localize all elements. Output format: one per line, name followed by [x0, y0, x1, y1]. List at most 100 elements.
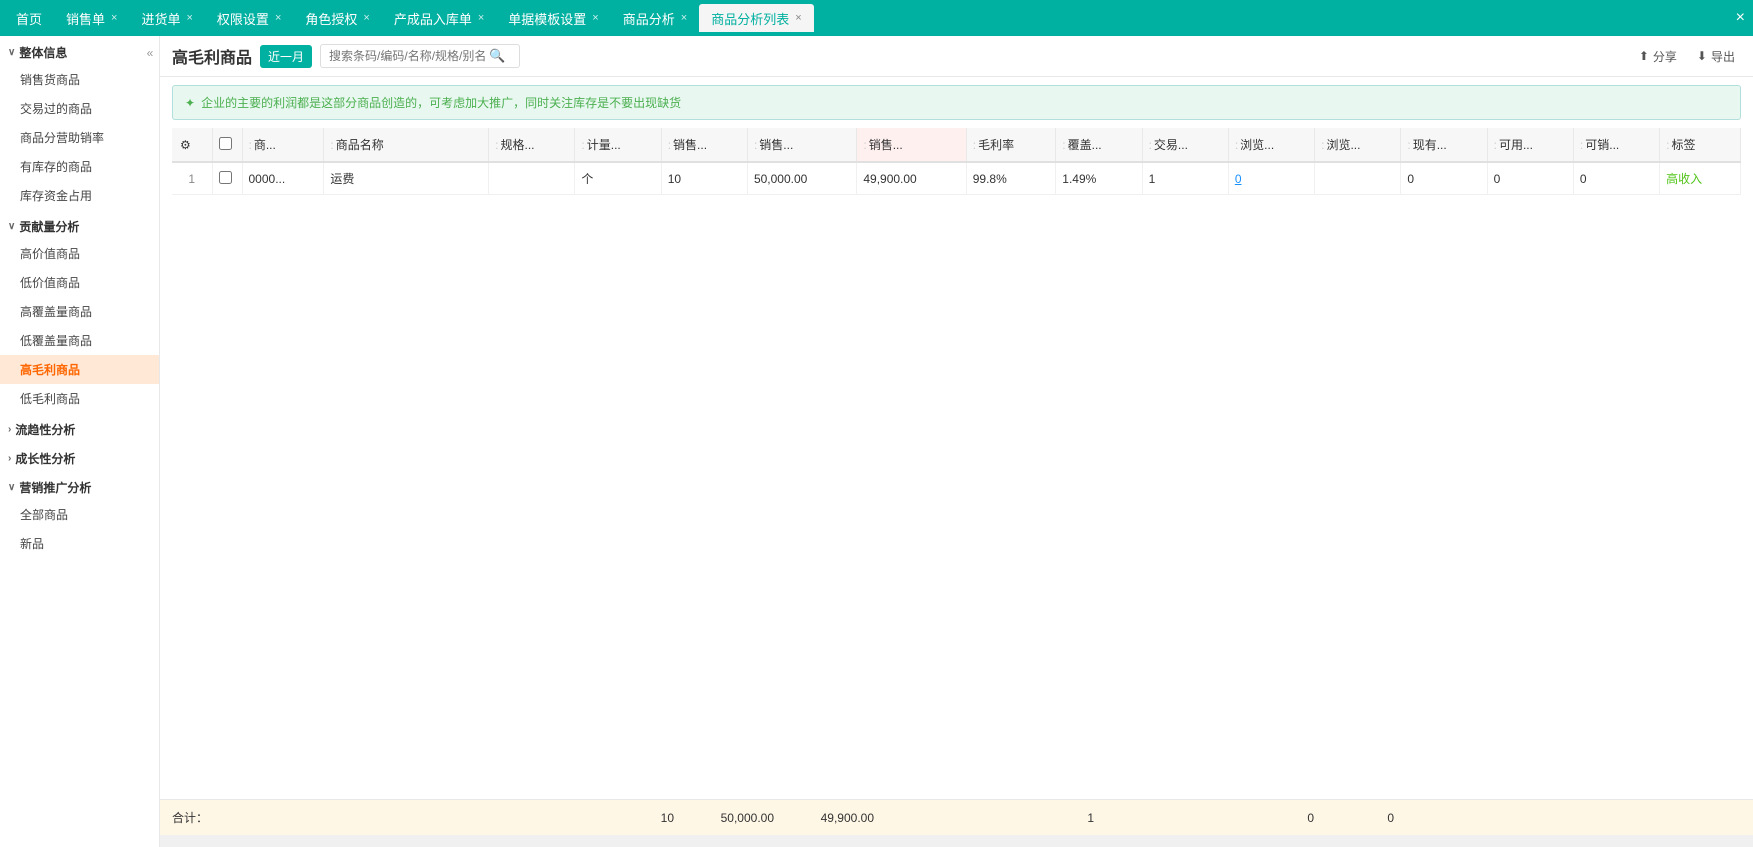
search-icon[interactable]: 🔍 [489, 48, 505, 64]
col-trade[interactable]: :交易... [1142, 128, 1228, 162]
sidebar-item-stock-funds[interactable]: 库存资金占用 [0, 181, 159, 210]
tab-home[interactable]: 首页 [4, 4, 54, 32]
chevron-right-icon: › [8, 424, 11, 435]
cell-sales-count: 10 [661, 162, 747, 195]
tab-close-icon[interactable]: × [592, 13, 598, 24]
col-current-stock[interactable]: :现有... [1401, 128, 1487, 162]
tab-close-icon[interactable]: × [795, 13, 801, 24]
col-sales-amount[interactable]: :销售... [747, 128, 856, 162]
sidebar-group-growth[interactable]: › 成长性分析 [0, 442, 159, 471]
content-area: 高毛利商品 近一月 🔍 ⬆ 分享 ⬇ 导出 ✦ 企业的主要的利润都是这部分商品创… [160, 36, 1753, 847]
cell-spec [489, 162, 575, 195]
cell-sales-profit: 49,900.00 [857, 162, 966, 195]
sidebar-item-new-goods[interactable]: 新品 [0, 529, 159, 558]
info-banner: ✦ 企业的主要的利润都是这部分商品创造的，可考虑加大推广，同时关注库存是不要出现… [172, 85, 1741, 120]
tab-purchase[interactable]: 进货单 × [129, 4, 204, 32]
cell-current-stock: 0 [1401, 162, 1487, 195]
table-wrapper[interactable]: ⚙ :商... :商品名称 :规格... :计量... :销售... :销售..… [172, 128, 1741, 799]
search-input[interactable] [329, 49, 489, 63]
cell-tag: 高收入 [1660, 162, 1741, 195]
cell-gross-margin: 99.8% [966, 162, 1056, 195]
col-settings[interactable]: ⚙ [172, 128, 212, 162]
cell-unit: 个 [575, 162, 661, 195]
sidebar-group-marketing[interactable]: ∨ 营销推广分析 [0, 471, 159, 500]
main-area: « ∨ 整体信息 销售货商品 交易过的商品 商品分营助销率 有库存的商品 库存资… [0, 36, 1753, 847]
col-code[interactable]: :商... [242, 128, 324, 162]
sidebar-group-trend[interactable]: › 流趋性分析 [0, 413, 159, 442]
footer-current-stock: 0 [1242, 811, 1322, 825]
cell-name: 运费 [324, 162, 489, 195]
sidebar-item-high-margin[interactable]: 高毛利商品 [0, 355, 159, 384]
date-filter-button[interactable]: 近一月 [260, 45, 312, 68]
col-coverage[interactable]: :覆盖... [1056, 128, 1142, 162]
col-tag[interactable]: :标签 [1660, 128, 1741, 162]
footer-trade: 1 [1022, 811, 1102, 825]
sidebar-group-contribution[interactable]: ∨ 贡献量分析 [0, 210, 159, 239]
cell-browse2 [1315, 162, 1401, 195]
tab-permissions[interactable]: 权限设置 × [205, 4, 293, 32]
chevron-down-icon: ∨ [8, 482, 15, 493]
sidebar-item-high-coverage[interactable]: 高覆盖量商品 [0, 297, 159, 326]
sidebar-item-stocked-goods[interactable]: 有库存的商品 [0, 152, 159, 181]
tab-close-icon[interactable]: × [111, 13, 117, 24]
col-browse1[interactable]: :浏览... [1228, 128, 1314, 162]
col-unit[interactable]: :计量... [575, 128, 661, 162]
col-sellable[interactable]: :可销... [1573, 128, 1659, 162]
tab-close-icon[interactable]: × [186, 13, 192, 24]
tab-close-icon[interactable]: × [681, 13, 687, 24]
col-sales-count[interactable]: :销售... [661, 128, 747, 162]
sidebar: « ∨ 整体信息 销售货商品 交易过的商品 商品分营助销率 有库存的商品 库存资… [0, 36, 160, 847]
footer-sales-amount: 50,000.00 [682, 811, 782, 825]
col-spec[interactable]: :规格... [489, 128, 575, 162]
tab-close-icon[interactable]: × [478, 13, 484, 24]
table-row: 1 0000... 运费 个 10 50,000.00 49,900.00 99… [172, 162, 1741, 195]
tab-template-settings[interactable]: 单据模板设置 × [496, 4, 610, 32]
cell-browse1[interactable]: 0 [1228, 162, 1314, 195]
search-box: 🔍 [320, 44, 520, 68]
sidebar-item-low-coverage[interactable]: 低覆盖量商品 [0, 326, 159, 355]
chevron-down-icon: ∨ [8, 47, 15, 58]
chevron-down-icon: ∨ [8, 221, 15, 232]
share-icon: ⬆ [1639, 49, 1649, 63]
tab-product-analysis-list[interactable]: 商品分析列表 × [699, 4, 813, 32]
horizontal-scrollbar[interactable] [160, 835, 1753, 847]
sidebar-item-traded-goods[interactable]: 交易过的商品 [0, 94, 159, 123]
chevron-right-icon: › [8, 453, 11, 464]
tab-close-icon[interactable]: × [363, 13, 369, 24]
footer-sales-count: 10 [602, 811, 682, 825]
sidebar-item-all-goods[interactable]: 全部商品 [0, 500, 159, 529]
window-close-button[interactable]: × [1736, 9, 1745, 27]
table-header-row: ⚙ :商... :商品名称 :规格... :计量... :销售... :销售..… [172, 128, 1741, 162]
sidebar-item-high-value[interactable]: 高价值商品 [0, 239, 159, 268]
cell-available: 0 [1487, 162, 1573, 195]
export-icon: ⬇ [1697, 49, 1707, 63]
col-checkbox[interactable] [212, 128, 242, 162]
col-name[interactable]: :商品名称 [324, 128, 489, 162]
sidebar-item-low-value[interactable]: 低价值商品 [0, 268, 159, 297]
cell-coverage: 1.49% [1056, 162, 1142, 195]
select-all-checkbox[interactable] [219, 137, 232, 150]
info-icon: ✦ [185, 96, 195, 110]
tab-close-icon[interactable]: × [275, 13, 281, 24]
col-sales-profit[interactable]: :销售... [857, 128, 966, 162]
sidebar-group-overall[interactable]: ∨ 整体信息 [0, 36, 159, 65]
cell-code: 0000... [242, 162, 324, 195]
row-checkbox[interactable] [212, 162, 242, 195]
tab-sales-order[interactable]: 销售单 × [54, 4, 129, 32]
tab-product-analysis[interactable]: 商品分析 × [611, 4, 699, 32]
sidebar-item-goods-assist-rate[interactable]: 商品分营助销率 [0, 123, 159, 152]
footer-sales-profit: 49,900.00 [782, 811, 882, 825]
col-browse2[interactable]: :浏览... [1315, 128, 1401, 162]
sidebar-item-low-margin[interactable]: 低毛利商品 [0, 384, 159, 413]
content-header: 高毛利商品 近一月 🔍 ⬆ 分享 ⬇ 导出 [160, 36, 1753, 77]
tab-product-inbound[interactable]: 产成品入库单 × [382, 4, 496, 32]
col-available[interactable]: :可用... [1487, 128, 1573, 162]
share-button[interactable]: ⬆ 分享 [1633, 45, 1683, 68]
header-actions: ⬆ 分享 ⬇ 导出 [1633, 45, 1741, 68]
tab-roles[interactable]: 角色授权 × [293, 4, 381, 32]
sidebar-item-sales-goods[interactable]: 销售货商品 [0, 65, 159, 94]
col-gross-margin[interactable]: :毛利率 [966, 128, 1056, 162]
export-button[interactable]: ⬇ 导出 [1691, 45, 1741, 68]
sidebar-collapse-button[interactable]: « [141, 44, 159, 62]
cell-sales-amount: 50,000.00 [747, 162, 856, 195]
